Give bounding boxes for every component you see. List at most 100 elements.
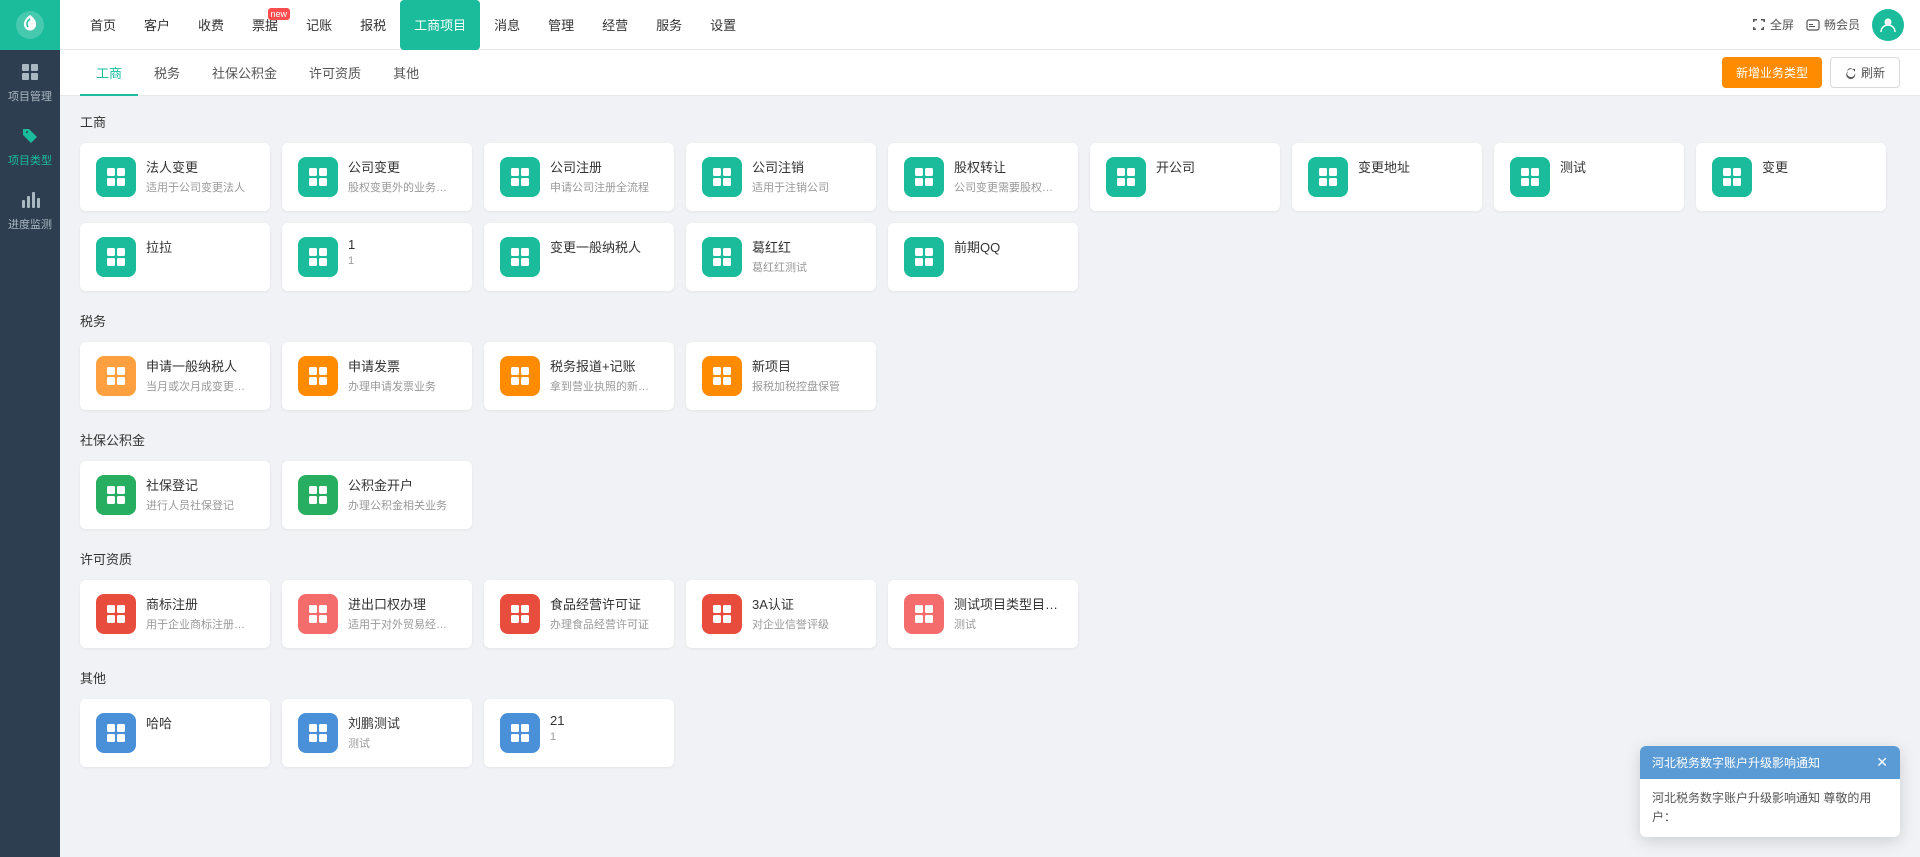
nav-ticket[interactable]: 票据 new — [238, 0, 292, 50]
card-tax-report[interactable]: 税务报道+记账拿到营业执照的新公司 — [484, 342, 674, 410]
refresh-button[interactable]: 刷新 — [1830, 57, 1900, 88]
card-name-haha: 哈哈 — [146, 713, 254, 732]
card-desc-apply-tax: 当月或次月成变更完成 — [146, 378, 254, 394]
card-desc-legal-change: 适用于公司变更法人 — [146, 179, 254, 195]
sidebar-item-progress[interactable]: 进度监测 — [0, 178, 60, 242]
tab-shebao[interactable]: 社保公积金 — [196, 50, 293, 96]
card-trademark[interactable]: 商标注册用于企业商标注册服务 — [80, 580, 270, 648]
member-label: 畅会员 — [1824, 16, 1860, 33]
card-open-company[interactable]: 开公司 — [1090, 143, 1280, 211]
nav-customer[interactable]: 客户 — [130, 0, 184, 50]
subnav: 工商 税务 社保公积金 许可资质 其他 新增业务类型 刷新 — [60, 50, 1920, 96]
card-equity-transfer[interactable]: 股权转让公司变更需要股权转让 — [888, 143, 1078, 211]
sidebar-logo[interactable] — [0, 0, 60, 50]
notification-close-button[interactable]: ✕ — [1876, 755, 1888, 769]
nav-industry[interactable]: 工商项目 — [400, 0, 480, 50]
card-company-cancel[interactable]: 公司注销适用于注销公司 — [686, 143, 876, 211]
card-name-trademark: 商标注册 — [146, 594, 254, 613]
section-title-gongshang: 工商 — [80, 112, 1900, 131]
card-fund-open[interactable]: 公积金开户办理公积金相关业务 — [282, 461, 472, 529]
cards-grid-shuiwu: 申请一般纳税人当月或次月成变更完成申请发票办理申请发票业务税务报道+记账拿到营业… — [80, 342, 1900, 410]
card-icon-company-reg — [500, 157, 540, 197]
card-icon-open-company — [1106, 157, 1146, 197]
fullscreen-btn[interactable]: 全屏 — [1752, 16, 1794, 33]
card-apply-tax[interactable]: 申请一般纳税人当月或次月成变更完成 — [80, 342, 270, 410]
cards-grid-qita: 哈哈 刘鹏测试测试211 — [80, 699, 1900, 767]
card-desc-company-change: 股权变更外的业务变更 — [348, 179, 456, 195]
card-icon-qiqq — [904, 237, 944, 277]
card-company-change[interactable]: 公司变更股权变更外的业务变更 — [282, 143, 472, 211]
card-name-tax-report: 税务报道+记账 — [550, 356, 658, 375]
card-lala[interactable]: 拉拉 — [80, 223, 270, 291]
card-desc-tax-report: 拿到营业执照的新公司 — [550, 378, 658, 394]
card-food-license[interactable]: 食品经营许可证办理食品经营许可证 — [484, 580, 674, 648]
card-name-company-cancel: 公司注销 — [752, 157, 860, 176]
card-icon-company-cancel — [702, 157, 742, 197]
card-legal-change[interactable]: 法人变更适用于公司变更法人 — [80, 143, 270, 211]
notification-body: 河北税务数字账户升级影响通知 尊敬的用户： — [1640, 779, 1900, 837]
notification-title: 河北税务数字账户升级影响通知 — [1652, 754, 1820, 771]
card-icon-new-project — [702, 356, 742, 396]
refresh-label: 刷新 — [1861, 64, 1885, 81]
card-new-project[interactable]: 新项目报税加税控盘保管 — [686, 342, 876, 410]
nav-tax[interactable]: 报税 — [346, 0, 400, 50]
card-qiqq[interactable]: 前期QQ — [888, 223, 1078, 291]
nav-accounting[interactable]: 记账 — [292, 0, 346, 50]
card-haha[interactable]: 哈哈 — [80, 699, 270, 767]
card-icon-test-type — [904, 594, 944, 634]
card-name-company-change: 公司变更 — [348, 157, 456, 176]
nav-home[interactable]: 首页 — [76, 0, 130, 50]
user-avatar[interactable] — [1872, 9, 1904, 41]
card-liupeng-test[interactable]: 刘鹏测试测试 — [282, 699, 472, 767]
card-icon-3a-cert — [702, 594, 742, 634]
topnav-right: 全屏 畅会员 — [1752, 9, 1904, 41]
nav-admin[interactable]: 管理 — [534, 0, 588, 50]
nav-settings[interactable]: 设置 — [696, 0, 750, 50]
card-desc-fund-open: 办理公积金相关业务 — [348, 497, 456, 513]
card-import-export[interactable]: 进出口权办理适用于对外贸易经营者 — [282, 580, 472, 648]
section-title-xuke: 许可资质 — [80, 549, 1900, 568]
section-title-shuiwu: 税务 — [80, 311, 1900, 330]
card-company-reg[interactable]: 公司注册申请公司注册全流程 — [484, 143, 674, 211]
sidebar: 项目管理 项目类型 进度监测 — [0, 0, 60, 857]
card-desc-num1: 1 — [348, 255, 456, 267]
add-type-button[interactable]: 新增业务类型 — [1722, 57, 1822, 88]
nav-operation[interactable]: 经营 — [588, 0, 642, 50]
card-num1[interactable]: 11 — [282, 223, 472, 291]
card-num21[interactable]: 211 — [484, 699, 674, 767]
tab-shuiwu[interactable]: 税务 — [138, 50, 196, 96]
card-social-reg[interactable]: 社保登记进行人员社保登记 — [80, 461, 270, 529]
tab-qita[interactable]: 其他 — [377, 50, 435, 96]
card-change-tax[interactable]: 变更一般纳税人 — [484, 223, 674, 291]
tab-xuke[interactable]: 许可资质 — [293, 50, 377, 96]
card-name-apply-tax: 申请一般纳税人 — [146, 356, 254, 375]
notification-header: 河北税务数字账户升级影响通知 ✕ — [1640, 746, 1900, 779]
card-3a-cert[interactable]: 3A认证对企业信誉评级 — [686, 580, 876, 648]
card-apply-invoice[interactable]: 申请发票办理申请发票业务 — [282, 342, 472, 410]
nav-message[interactable]: 消息 — [480, 0, 534, 50]
sidebar-item-project-mgmt[interactable]: 项目管理 — [0, 50, 60, 114]
card-name-import-export: 进出口权办理 — [348, 594, 456, 613]
card-desc-company-cancel: 适用于注销公司 — [752, 179, 860, 195]
card-name-social-reg: 社保登记 — [146, 475, 254, 494]
card-test1[interactable]: 测试 — [1494, 143, 1684, 211]
tab-gongshang[interactable]: 工商 — [80, 50, 138, 96]
member-btn[interactable]: 畅会员 — [1806, 16, 1860, 33]
card-test-type[interactable]: 测试项目类型目定义测试 — [888, 580, 1078, 648]
card-name-change-address: 变更地址 — [1358, 157, 1466, 176]
cards-grid-shebao: 社保登记进行人员社保登记公积金开户办理公积金相关业务 — [80, 461, 1900, 529]
card-name-num21: 21 — [550, 713, 658, 728]
card-icon-tax-report — [500, 356, 540, 396]
nav-service[interactable]: 服务 — [642, 0, 696, 50]
card-mouhong[interactable]: 葛红红葛红红测试 — [686, 223, 876, 291]
card-name-lala: 拉拉 — [146, 237, 254, 256]
nav-billing[interactable]: 收费 — [184, 0, 238, 50]
card-change2[interactable]: 变更 — [1696, 143, 1886, 211]
card-name-fund-open: 公积金开户 — [348, 475, 456, 494]
card-change-address[interactable]: 变更地址 — [1292, 143, 1482, 211]
card-icon-legal-change — [96, 157, 136, 197]
sidebar-item-project-type[interactable]: 项目类型 — [0, 114, 60, 178]
card-icon-num21 — [500, 713, 540, 753]
card-name-change-tax: 变更一般纳税人 — [550, 237, 658, 256]
card-icon-mouhong — [702, 237, 742, 277]
